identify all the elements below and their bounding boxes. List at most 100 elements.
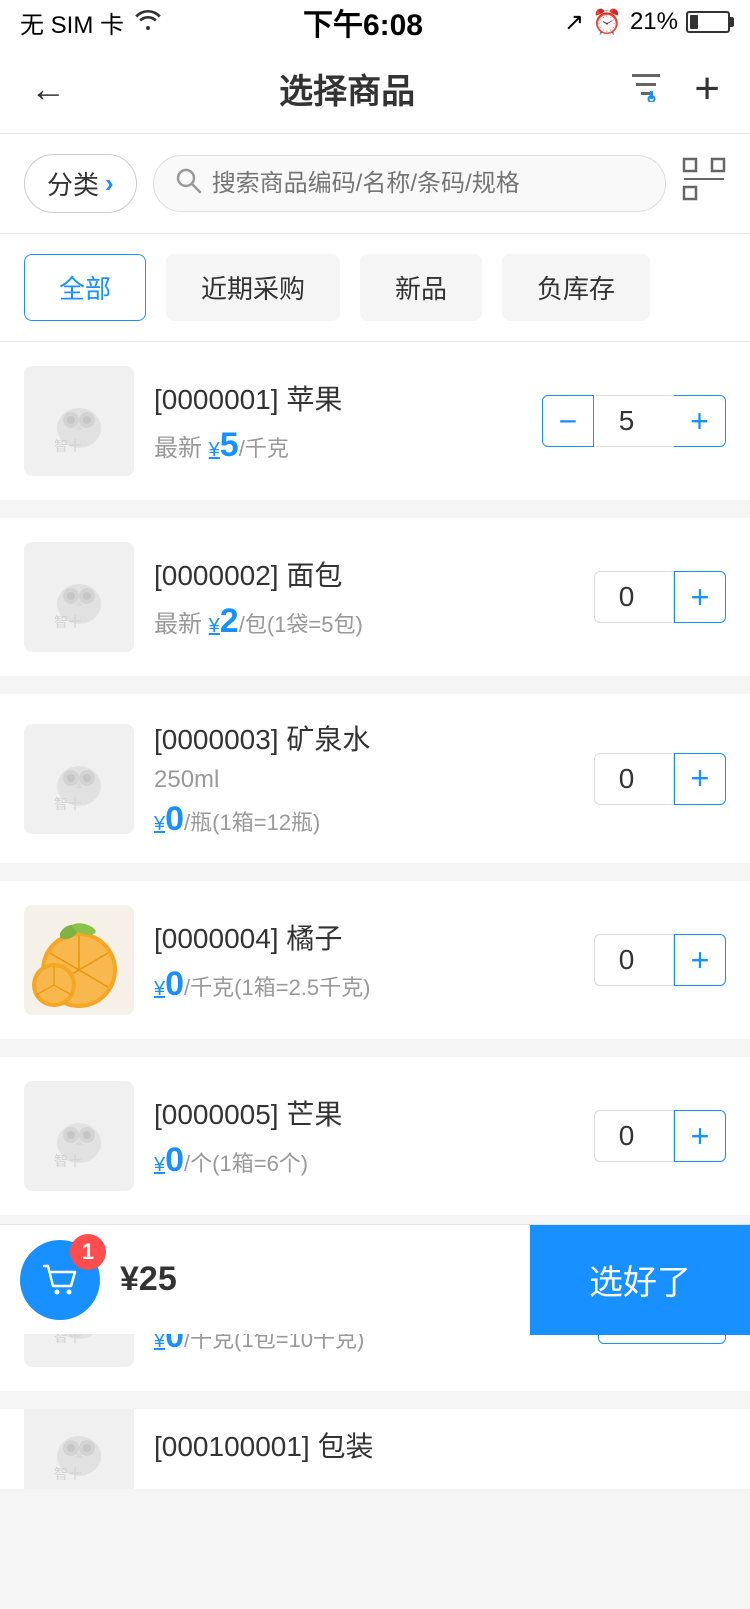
svg-text:智十: 智十 xyxy=(54,1153,82,1169)
quantity-increase-button[interactable]: + xyxy=(674,753,726,805)
quantity-decrease-button[interactable]: − xyxy=(542,395,594,447)
svg-text:智十: 智十 xyxy=(54,438,82,454)
wifi-icon xyxy=(134,8,162,37)
price-currency: ¥ xyxy=(154,978,165,1000)
owl-logo-icon: 智十 xyxy=(44,744,114,814)
quantity-increase-button[interactable]: + xyxy=(674,934,726,986)
search-box xyxy=(153,155,666,212)
bottom-bar: 1 ¥25 选好了 xyxy=(0,1224,750,1334)
quantity-input[interactable] xyxy=(594,934,674,986)
orange-fruit-icon xyxy=(24,905,134,1015)
product-name: [0000002] 面包 xyxy=(154,554,574,594)
quantity-control: − + xyxy=(542,395,726,447)
product-info: [0000004] 橘子 ¥0/千克(1箱=2.5千克) xyxy=(154,917,574,1004)
price-label: 最新 xyxy=(154,611,209,638)
status-left: 无 SIM 卡 xyxy=(20,5,162,40)
filter-icon[interactable] xyxy=(628,66,664,111)
price-value: 0 xyxy=(165,800,184,838)
product-price: ¥0/千克(1箱=2.5千克) xyxy=(154,965,574,1004)
quantity-input[interactable] xyxy=(594,571,674,623)
product-thumbnail: 智十 xyxy=(24,366,134,476)
back-button[interactable]: ← xyxy=(30,68,66,110)
price-per: /个(1箱=6个) xyxy=(184,1151,308,1176)
price-value: 0 xyxy=(165,1141,184,1179)
product-thumbnail xyxy=(24,905,134,1015)
search-icon xyxy=(174,166,202,201)
confirm-button[interactable]: 选好了 xyxy=(530,1225,750,1335)
nav-actions: + xyxy=(628,64,720,114)
price-currency: ¥ xyxy=(209,615,220,637)
quantity-input[interactable] xyxy=(594,1110,674,1162)
list-item: 智十 [0000003] 矿泉水 250ml ¥0/瓶(1箱=12瓶) + xyxy=(0,694,750,863)
owl-logo-icon: 智十 xyxy=(44,1414,114,1484)
product-info: [0000002] 面包 最新 ¥2/包(1袋=5包) xyxy=(154,554,574,641)
product-price: ¥0/瓶(1箱=12瓶) xyxy=(154,800,574,839)
quantity-input[interactable] xyxy=(594,395,674,447)
status-bar: 无 SIM 卡 下午6:08 ↗ ⏰ 21% xyxy=(0,0,750,44)
filter-tabs: 全部 近期采购 新品 负库存 xyxy=(0,234,750,342)
price-per: /包(1袋=5包) xyxy=(239,612,363,637)
owl-logo-icon: 智十 xyxy=(44,562,114,632)
price-currency: ¥ xyxy=(154,813,165,835)
quantity-increase-button[interactable]: + xyxy=(674,1110,726,1162)
product-list: 智十 [0000001] 苹果 最新 ¥5/千克 − + xyxy=(0,342,750,1609)
category-chevron-icon: › xyxy=(105,168,114,199)
price-per: /千克(1箱=2.5千克) xyxy=(184,975,370,1000)
alarm-icon: ⏰ xyxy=(592,8,622,37)
price-label: 最新 xyxy=(154,435,209,462)
quantity-input[interactable] xyxy=(594,753,674,805)
quantity-control: + xyxy=(594,1110,726,1162)
tab-recent[interactable]: 近期采购 xyxy=(166,254,340,321)
owl-logo-icon: 智十 xyxy=(44,1101,114,1171)
cart-badge: 1 xyxy=(70,1234,106,1270)
owl-logo-icon: 智十 xyxy=(44,386,114,456)
quantity-increase-button[interactable]: + xyxy=(674,395,726,447)
product-name: [0000004] 橘子 xyxy=(154,917,574,957)
quantity-control: + xyxy=(594,571,726,623)
category-label: 分类 xyxy=(47,165,99,202)
price-currency: ¥ xyxy=(154,1154,165,1176)
product-name: [0000003] 矿泉水 xyxy=(154,718,574,758)
price-per: /千克 xyxy=(239,436,289,461)
product-info: [0000001] 苹果 最新 ¥5/千克 xyxy=(154,378,522,465)
battery-icon xyxy=(686,11,730,33)
status-right: ↗ ⏰ 21% xyxy=(564,8,730,37)
product-thumbnail: 智十 xyxy=(24,542,134,652)
product-spec: 250ml xyxy=(154,766,574,794)
product-name: [0000005] 芒果 xyxy=(154,1093,574,1133)
nav-bar: ← 选择商品 + xyxy=(0,44,750,134)
toolbar: 分类 › xyxy=(0,134,750,234)
list-item: 智十 [000100001] 包装 xyxy=(0,1409,750,1489)
product-thumbnail: 智十 xyxy=(24,1409,134,1489)
product-price: 最新 ¥2/包(1袋=5包) xyxy=(154,602,574,641)
product-name: [000100001] 包装 xyxy=(154,1425,726,1465)
product-name: [0000001] 苹果 xyxy=(154,378,522,418)
sim-status: 无 SIM 卡 xyxy=(20,5,124,40)
svg-text:智十: 智十 xyxy=(54,614,82,630)
search-input[interactable] xyxy=(212,170,645,198)
price-value: 0 xyxy=(165,965,184,1003)
list-item: 智十 [0000002] 面包 最新 ¥2/包(1袋=5包) + xyxy=(0,518,750,676)
status-time: 下午6:08 xyxy=(303,0,423,44)
quantity-control: + xyxy=(594,934,726,986)
product-price: 最新 ¥5/千克 xyxy=(154,426,522,465)
list-item: 智十 [0000001] 苹果 最新 ¥5/千克 − + xyxy=(0,342,750,500)
cart-total: ¥25 xyxy=(120,1260,177,1299)
page-title: 选择商品 xyxy=(279,64,415,113)
price-currency: ¥ xyxy=(209,439,220,461)
scan-icon[interactable] xyxy=(682,157,726,210)
tab-new[interactable]: 新品 xyxy=(360,254,482,321)
product-thumbnail: 智十 xyxy=(24,724,134,834)
price-value: 5 xyxy=(220,426,239,464)
price-per: /瓶(1箱=12瓶) xyxy=(184,810,320,835)
category-button[interactable]: 分类 › xyxy=(24,154,137,213)
product-info: [0000005] 芒果 ¥0/个(1箱=6个) xyxy=(154,1093,574,1180)
product-info: [0000003] 矿泉水 250ml ¥0/瓶(1箱=12瓶) xyxy=(154,718,574,839)
quantity-increase-button[interactable]: + xyxy=(674,571,726,623)
tab-negative[interactable]: 负库存 xyxy=(502,254,650,321)
product-thumbnail: 智十 xyxy=(24,1081,134,1191)
tab-all[interactable]: 全部 xyxy=(24,254,146,321)
add-icon[interactable]: + xyxy=(694,64,720,114)
svg-text:智十: 智十 xyxy=(54,796,82,812)
cart-button[interactable]: 1 xyxy=(20,1240,100,1320)
